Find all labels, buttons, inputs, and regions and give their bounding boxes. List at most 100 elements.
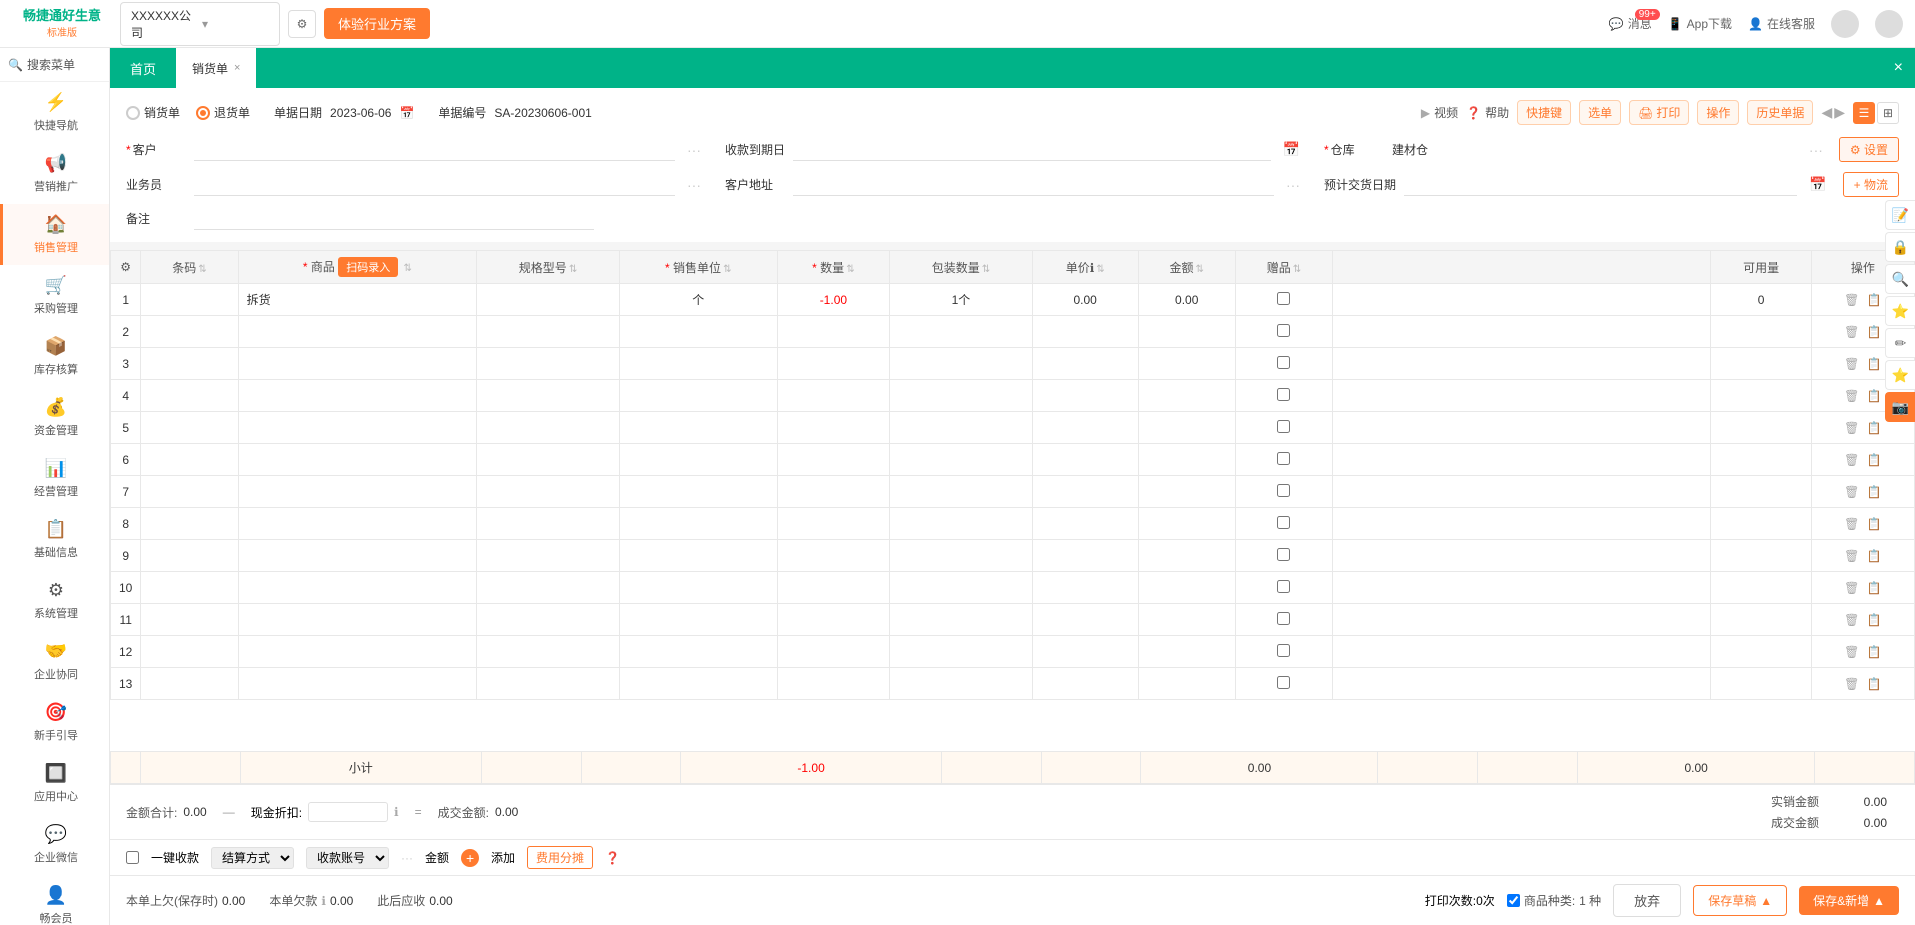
copy-icon-10[interactable]: 📋 bbox=[1867, 613, 1882, 627]
row-product-8[interactable] bbox=[238, 540, 477, 572]
row-gift-0[interactable] bbox=[1235, 284, 1332, 316]
row-unit-2[interactable] bbox=[619, 348, 777, 380]
row-pkg-8[interactable] bbox=[890, 540, 1033, 572]
row-product-3[interactable] bbox=[238, 380, 477, 412]
row-qty-11[interactable] bbox=[777, 636, 889, 668]
app-download-button[interactable]: 📱 App下载 bbox=[1668, 15, 1732, 32]
sidebar-item-营销推广[interactable]: 📢 营销推广 bbox=[0, 143, 109, 204]
row-price-5[interactable] bbox=[1032, 444, 1138, 476]
row-product-12[interactable] bbox=[238, 668, 477, 700]
row-amount-8[interactable] bbox=[1138, 540, 1235, 572]
row-unit-4[interactable] bbox=[619, 412, 777, 444]
row-barcode-10[interactable] bbox=[141, 604, 238, 636]
row-product-9[interactable] bbox=[238, 572, 477, 604]
row-spec-1[interactable] bbox=[477, 316, 620, 348]
copy-icon-0[interactable]: 📋 bbox=[1867, 293, 1882, 307]
row-amount-1[interactable] bbox=[1138, 316, 1235, 348]
copy-icon-2[interactable]: 📋 bbox=[1867, 357, 1882, 371]
sidebar-item-企业微信[interactable]: 💬 企业微信 bbox=[0, 814, 109, 875]
cash-discount-input[interactable] bbox=[308, 802, 388, 822]
row-amount-0[interactable]: 0.00 bbox=[1138, 284, 1235, 316]
row-notes-5[interactable] bbox=[1333, 444, 1711, 476]
row-qty-12[interactable] bbox=[777, 668, 889, 700]
float-btn-1[interactable]: 📝 bbox=[1885, 200, 1915, 230]
delivery-calendar-icon[interactable]: 📅 bbox=[1809, 176, 1826, 193]
row-amount-3[interactable] bbox=[1138, 380, 1235, 412]
sidebar-item-资金管理[interactable]: 💰 资金管理 bbox=[0, 387, 109, 448]
row-unit-0[interactable]: 个 bbox=[619, 284, 777, 316]
sidebar-item-销售管理[interactable]: 🏠 销售管理 bbox=[0, 204, 109, 265]
product-kind-checkbox[interactable] bbox=[1507, 894, 1520, 907]
row-unit-10[interactable] bbox=[619, 604, 777, 636]
row-unit-8[interactable] bbox=[619, 540, 777, 572]
row-notes-1[interactable] bbox=[1333, 316, 1711, 348]
delete-icon-11[interactable]: 🗑 bbox=[1844, 645, 1859, 659]
row-notes-4[interactable] bbox=[1333, 412, 1711, 444]
row-barcode-7[interactable] bbox=[141, 508, 238, 540]
select-button[interactable]: 选单 bbox=[1579, 100, 1621, 125]
delete-icon-8[interactable]: 🗑 bbox=[1844, 549, 1859, 563]
settlement-method-select[interactable]: 结算方式 bbox=[211, 847, 294, 869]
row-notes-8[interactable] bbox=[1333, 540, 1711, 572]
row-qty-4[interactable] bbox=[777, 412, 889, 444]
row-barcode-3[interactable] bbox=[141, 380, 238, 412]
question-icon2[interactable]: ℹ bbox=[321, 894, 326, 908]
row-spec-7[interactable] bbox=[477, 508, 620, 540]
address-more-icon[interactable]: ··· bbox=[1286, 177, 1300, 193]
help-button[interactable]: ❓ 帮助 bbox=[1466, 104, 1509, 121]
copy-icon-3[interactable]: 📋 bbox=[1867, 389, 1882, 403]
row-qty-10[interactable] bbox=[777, 604, 889, 636]
delete-icon-9[interactable]: 🗑 bbox=[1844, 581, 1859, 595]
setup-button[interactable]: ⚙ 设置 bbox=[1839, 137, 1899, 162]
row-pkg-6[interactable] bbox=[890, 476, 1033, 508]
row-amount-7[interactable] bbox=[1138, 508, 1235, 540]
row-amount-9[interactable] bbox=[1138, 572, 1235, 604]
copy-icon-7[interactable]: 📋 bbox=[1867, 517, 1882, 531]
row-notes-2[interactable] bbox=[1333, 348, 1711, 380]
row-spec-4[interactable] bbox=[477, 412, 620, 444]
settings-button[interactable]: ⚙ bbox=[288, 10, 316, 38]
row-barcode-6[interactable] bbox=[141, 476, 238, 508]
row-amount-12[interactable] bbox=[1138, 668, 1235, 700]
sidebar-item-快捷导航[interactable]: ⚡ 快捷导航 bbox=[0, 82, 109, 143]
row-notes-12[interactable] bbox=[1333, 668, 1711, 700]
calendar-icon[interactable]: 📅 bbox=[399, 106, 414, 120]
row-gift-9[interactable] bbox=[1235, 572, 1332, 604]
float-btn-6[interactable]: ⭐ bbox=[1885, 360, 1915, 390]
row-price-7[interactable] bbox=[1032, 508, 1138, 540]
row-pkg-11[interactable] bbox=[890, 636, 1033, 668]
row-unit-6[interactable] bbox=[619, 476, 777, 508]
row-qty-7[interactable] bbox=[777, 508, 889, 540]
sidebar-item-系统管理[interactable]: ⚙ 系统管理 bbox=[0, 570, 109, 631]
add-payment-button[interactable]: + bbox=[461, 849, 479, 867]
row-spec-9[interactable] bbox=[477, 572, 620, 604]
row-pkg-9[interactable] bbox=[890, 572, 1033, 604]
row-notes-3[interactable] bbox=[1333, 380, 1711, 412]
row-qty-1[interactable] bbox=[777, 316, 889, 348]
shortcut-button[interactable]: 快捷键 bbox=[1517, 100, 1571, 125]
row-spec-0[interactable] bbox=[477, 284, 620, 316]
sidebar-item-采购管理[interactable]: 🛒 采购管理 bbox=[0, 265, 109, 326]
row-amount-4[interactable] bbox=[1138, 412, 1235, 444]
row-pkg-12[interactable] bbox=[890, 668, 1033, 700]
delete-icon-5[interactable]: 🗑 bbox=[1844, 453, 1859, 467]
sidebar-item-企业协同[interactable]: 🤝 企业协同 bbox=[0, 631, 109, 692]
row-spec-3[interactable] bbox=[477, 380, 620, 412]
row-price-6[interactable] bbox=[1032, 476, 1138, 508]
row-unit-1[interactable] bbox=[619, 316, 777, 348]
row-price-10[interactable] bbox=[1032, 604, 1138, 636]
row-spec-5[interactable] bbox=[477, 444, 620, 476]
delete-icon-0[interactable]: 🗑 bbox=[1844, 293, 1859, 307]
row-barcode-2[interactable] bbox=[141, 348, 238, 380]
row-price-4[interactable] bbox=[1032, 412, 1138, 444]
row-product-5[interactable] bbox=[238, 444, 477, 476]
row-price-9[interactable] bbox=[1032, 572, 1138, 604]
row-notes-0[interactable] bbox=[1333, 284, 1711, 316]
row-qty-2[interactable] bbox=[777, 348, 889, 380]
discard-button[interactable]: 放弃 bbox=[1613, 884, 1681, 917]
close-all-tabs-button[interactable]: × bbox=[1882, 59, 1915, 77]
row-qty-3[interactable] bbox=[777, 380, 889, 412]
row-spec-12[interactable] bbox=[477, 668, 620, 700]
row-gift-12[interactable] bbox=[1235, 668, 1332, 700]
remarks-input[interactable] bbox=[194, 207, 594, 230]
